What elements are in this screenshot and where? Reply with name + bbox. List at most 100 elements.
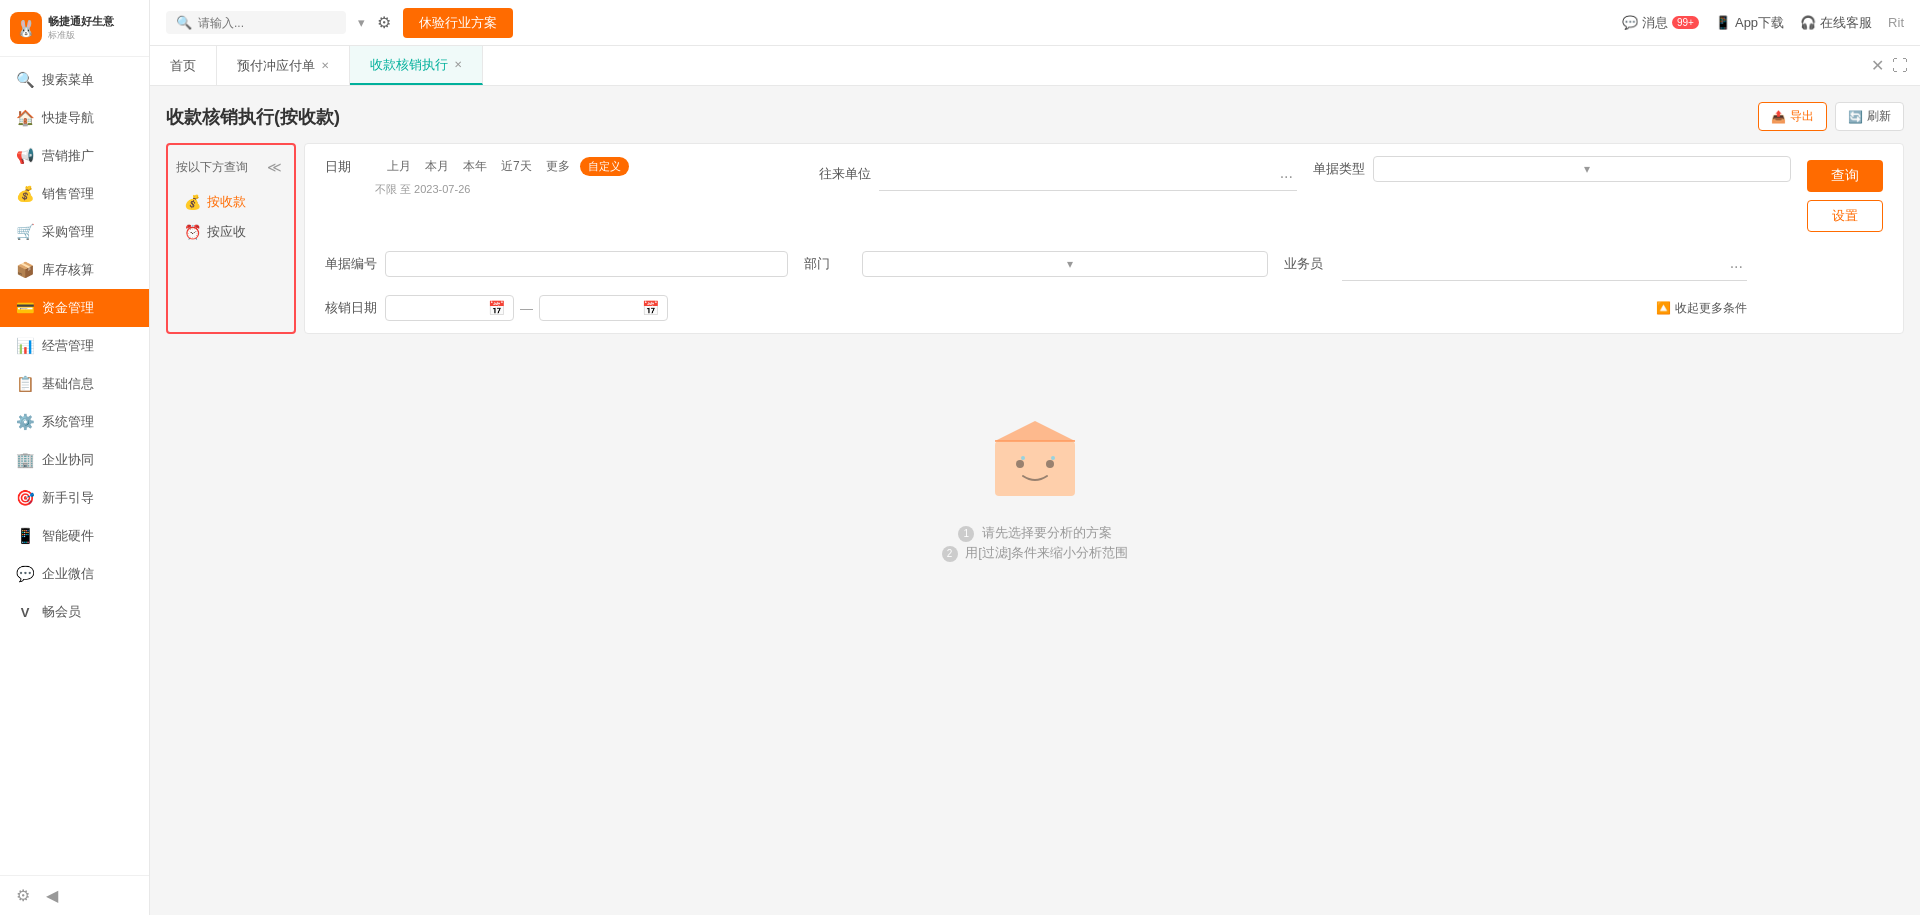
export-icon: 📤 — [1771, 110, 1786, 124]
sidebar-item-guide[interactable]: 🎯 新手引导 — [0, 479, 149, 517]
user-name: Rit — [1888, 15, 1904, 30]
date-shortcuts: 上月 本月 本年 近7天 更多 自定义 — [383, 156, 629, 177]
filter-by-receipt[interactable]: 💰 按收款 — [176, 187, 286, 217]
dept-select[interactable]: ▾ — [862, 251, 1267, 277]
receipt-icon: 💰 — [184, 194, 201, 210]
filter-dept-group: 部门 ▾ — [804, 251, 1267, 277]
filter-panel: 按以下方查询 ≪ 💰 按收款 ⏰ 按应收 日期 — [166, 143, 1904, 334]
industry-btn[interactable]: 休验行业方案 — [403, 8, 513, 38]
sidebar-item-sales[interactable]: 💰 销售管理 — [0, 175, 149, 213]
docno-input[interactable] — [385, 251, 788, 277]
date-7days[interactable]: 近7天 — [497, 156, 536, 177]
gear-icon: ⚙️ — [16, 413, 34, 431]
svg-point-6 — [1051, 456, 1055, 460]
empty-svg — [975, 406, 1095, 506]
sidebar-item-operation[interactable]: 📊 经营管理 — [0, 327, 149, 365]
tab-close-receipt[interactable]: ✕ — [454, 59, 462, 70]
date-this-year[interactable]: 本年 — [459, 156, 491, 177]
date-more[interactable]: 更多 — [542, 156, 574, 177]
collapse-btn[interactable]: 🔼 收起更多条件 — [1656, 296, 1747, 321]
sidebar: 🐰 畅捷通好生意 标准版 🔍 搜索菜单 🏠 快捷导航 📢 营销推广 💰 销售管理… — [0, 0, 150, 915]
counterpart-dots-btn[interactable]: ... — [1276, 160, 1297, 186]
filter-by-receivable[interactable]: ⏰ 按应收 — [176, 217, 286, 247]
guide-icon: 🎯 — [16, 489, 34, 507]
filter-staff-group: 业务员 ... — [1284, 246, 1747, 281]
topbar-search-input[interactable] — [198, 16, 318, 30]
verify-date-end-input[interactable]: 2023-07-21 — [548, 301, 638, 315]
filter-actions: 查询 设置 — [1807, 156, 1883, 232]
settings-btn[interactable]: 设置 — [1807, 200, 1883, 232]
query-btn[interactable]: 查询 — [1807, 160, 1883, 192]
sidebar-item-quick-nav[interactable]: 🏠 快捷导航 — [0, 99, 149, 137]
svg-point-4 — [1046, 460, 1054, 468]
logo-icon: 🐰 — [10, 12, 42, 44]
sidebar-item-basic[interactable]: 📋 基础信息 — [0, 365, 149, 403]
sidebar-item-system[interactable]: ⚙️ 系统管理 — [0, 403, 149, 441]
service-btn[interactable]: 🎧 在线客服 — [1800, 14, 1872, 32]
calendar-start-icon[interactable]: 📅 — [488, 300, 505, 316]
calendar-end-icon[interactable]: 📅 — [642, 300, 659, 316]
tab-close-all-icon[interactable]: ✕ — [1871, 56, 1884, 75]
sidebar-footer: ⚙ ◀ — [0, 875, 149, 915]
filter-docno-group: 单据编号 — [325, 251, 788, 277]
sidebar-item-search[interactable]: 🔍 搜索菜单 — [0, 61, 149, 99]
tab-prepay[interactable]: 预付冲应付单 ✕ — [217, 46, 350, 85]
cart-icon: 🛒 — [16, 223, 34, 241]
counterpart-label: 往来单位 — [819, 165, 871, 183]
dept-label: 部门 — [804, 255, 854, 273]
page-actions: 📤 导出 🔄 刷新 — [1758, 102, 1904, 131]
topbar-search-wrap[interactable]: 🔍 — [166, 11, 346, 34]
tab-home[interactable]: 首页 — [150, 46, 217, 85]
tab-receipt[interactable]: 收款核销执行 ✕ — [350, 46, 483, 85]
filter-row-1: 日期 上月 本月 本年 近7天 更多 自定义 不限 至 2023-0 — [325, 156, 1883, 232]
app-download-btn[interactable]: 📱 App下载 — [1715, 14, 1784, 32]
app-icon: 📱 — [1715, 15, 1731, 30]
date-last-month[interactable]: 上月 — [383, 156, 415, 177]
logo-text: 畅捷通好生意 标准版 — [48, 14, 114, 42]
date-custom[interactable]: 自定义 — [580, 157, 629, 176]
verify-date-start-input[interactable]: 2023-03-01 — [394, 301, 484, 315]
verify-date-end-wrap[interactable]: 2023-07-21 📅 — [539, 295, 668, 321]
sidebar-item-marketing[interactable]: 📢 营销推广 — [0, 137, 149, 175]
home-icon: 🏠 — [16, 109, 34, 127]
hint-num-1: 1 — [958, 526, 974, 542]
sidebar-item-finance[interactable]: 💳 资金管理 — [0, 289, 149, 327]
topbar-gear-icon[interactable]: ⚙ — [377, 13, 391, 32]
filter-sidebar: 按以下方查询 ≪ 💰 按收款 ⏰ 按应收 — [166, 143, 296, 334]
doctype-arrow-icon: ▾ — [1584, 162, 1782, 176]
topbar-dropdown-icon[interactable]: ▾ — [358, 15, 365, 30]
tab-close-prepay[interactable]: ✕ — [321, 60, 329, 71]
main-area: 🔍 ▾ ⚙ 休验行业方案 💬 消息 99+ 📱 App下载 🎧 在线客服 Rit — [150, 0, 1920, 915]
sidebar-item-hardware[interactable]: 📱 智能硬件 — [0, 517, 149, 555]
page-header: 收款核销执行(按收款) 📤 导出 🔄 刷新 — [166, 102, 1904, 131]
tab-expand-icon[interactable]: ⛶ — [1892, 57, 1908, 75]
export-btn[interactable]: 📤 导出 — [1758, 102, 1827, 131]
message-badge: 99+ — [1672, 16, 1699, 29]
sidebar-item-cooperation[interactable]: 🏢 企业协同 — [0, 441, 149, 479]
box-icon: 📦 — [16, 261, 34, 279]
message-btn[interactable]: 💬 消息 99+ — [1622, 14, 1699, 32]
sidebar-item-wechat[interactable]: 💬 企业微信 — [0, 555, 149, 593]
sidebar-logo: 🐰 畅捷通好生意 标准版 — [0, 0, 149, 57]
sidebar-item-member[interactable]: V 畅会员 — [0, 593, 149, 631]
filter-row-2: 单据编号 部门 ▾ 业务员 ... — [325, 246, 1883, 281]
svg-point-3 — [1016, 460, 1024, 468]
search-icon: 🔍 — [16, 71, 34, 89]
wechat-icon: 💬 — [16, 565, 34, 583]
refresh-btn[interactable]: 🔄 刷新 — [1835, 102, 1904, 131]
verify-date-start-wrap[interactable]: 2023-03-01 📅 — [385, 295, 514, 321]
footer-settings-icon[interactable]: ⚙ — [16, 886, 30, 905]
sidebar-item-purchase[interactable]: 🛒 采购管理 — [0, 213, 149, 251]
hint-num-2: 2 — [942, 546, 958, 562]
staff-dots-btn[interactable]: ... — [1726, 250, 1747, 276]
topbar: 🔍 ▾ ⚙ 休验行业方案 💬 消息 99+ 📱 App下载 🎧 在线客服 Rit — [150, 0, 1920, 46]
footer-collapse-icon[interactable]: ◀ — [46, 886, 58, 905]
sidebar-item-inventory[interactable]: 📦 库存核算 — [0, 251, 149, 289]
service-icon: 🎧 — [1800, 15, 1816, 30]
date-this-month[interactable]: 本月 — [421, 156, 453, 177]
doctype-select[interactable]: ▾ — [1373, 156, 1791, 182]
docno-label: 单据编号 — [325, 255, 377, 273]
filter-collapse-icon[interactable]: ≪ — [263, 155, 286, 179]
page-title: 收款核销执行(按收款) — [166, 105, 340, 129]
sales-icon: 💰 — [16, 185, 34, 203]
